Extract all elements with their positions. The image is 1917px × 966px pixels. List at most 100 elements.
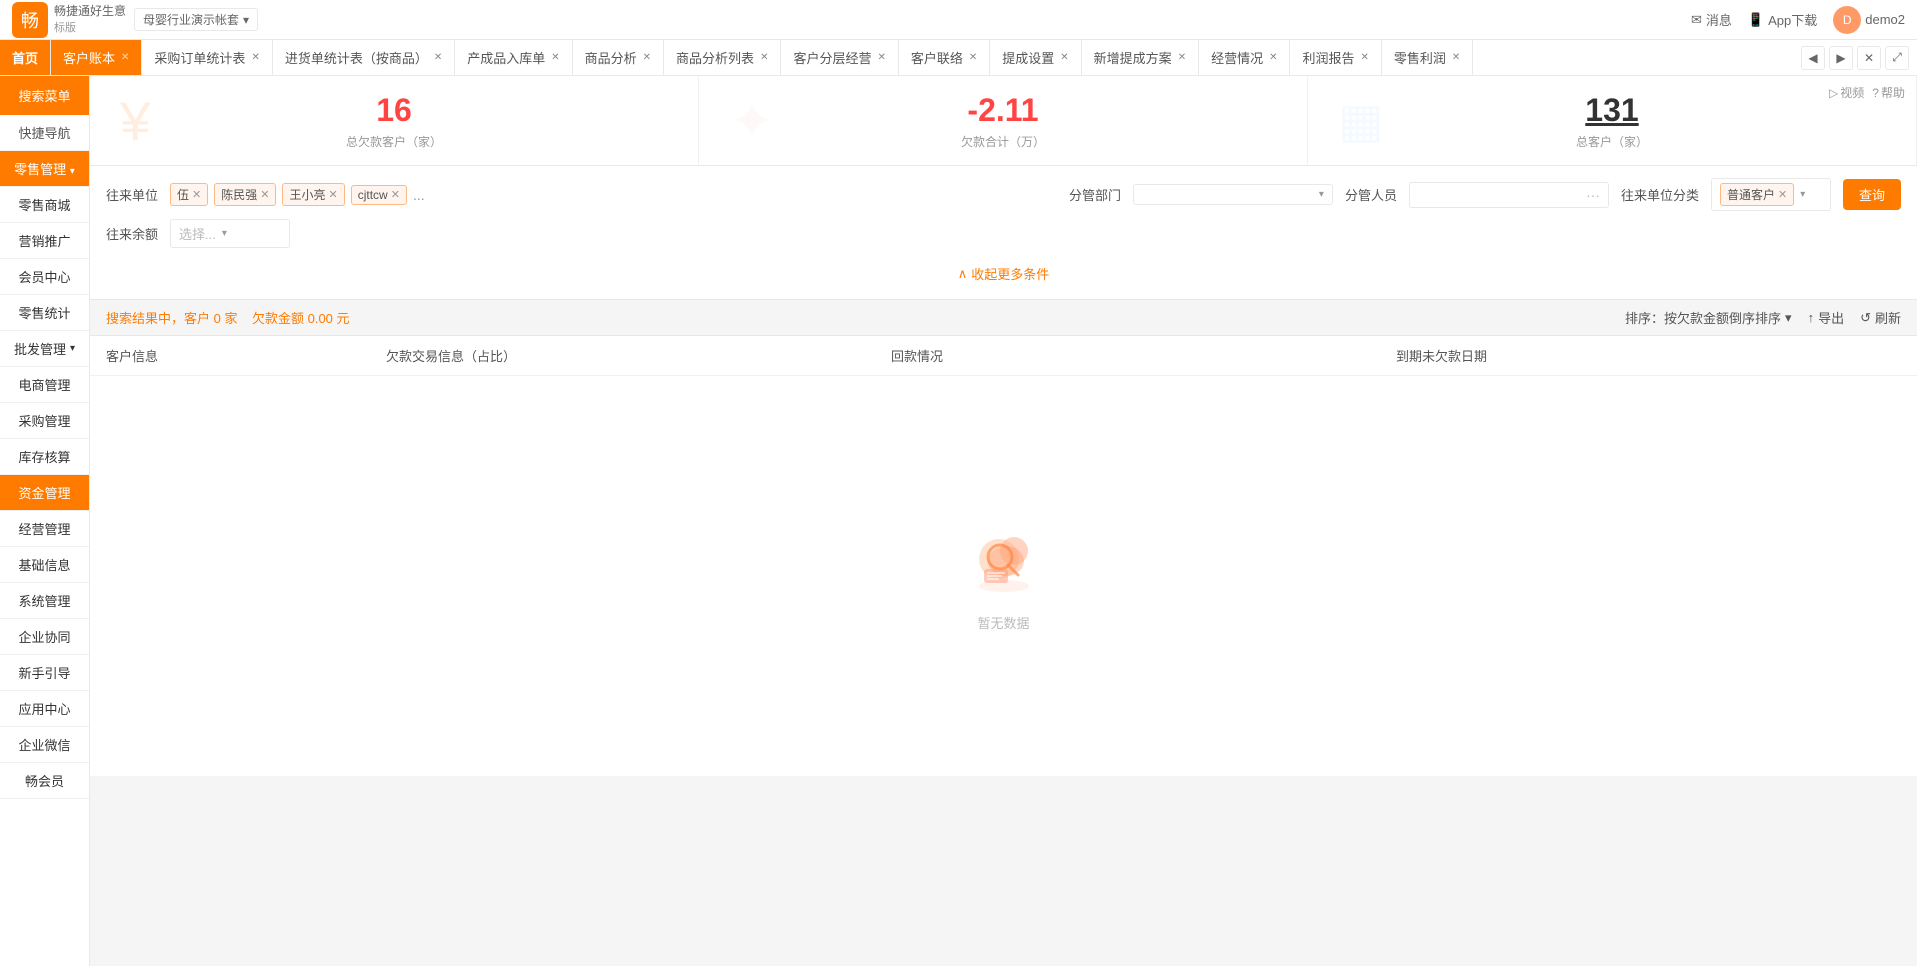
query-button[interactable]: 查询 [1843,179,1901,210]
close-tab-purchase-order[interactable]: ✕ [251,52,259,63]
nav-prev-btn[interactable]: ◀ [1801,46,1825,70]
sidebar-item-wholesale-mgmt[interactable]: 批发管理 ▾ [0,331,89,367]
sort-button[interactable]: 排序：按欠款金额倒序排序 ▾ [1625,308,1792,327]
nav-controls: ◀ ▶ ✕ ⤢ [1793,46,1917,70]
filter-person-select[interactable]: ··· [1409,182,1609,208]
logo-name: 畅捷通好生意 [54,4,126,20]
sidebar-item-member-center[interactable]: 会员中心 [0,259,89,295]
export-button[interactable]: ↑ 导出 [1808,308,1845,327]
sidebar-item-enterprise-collab[interactable]: 企业协同 [0,619,89,655]
user-menu[interactable]: D demo2 [1833,6,1905,34]
close-tab-add-commission[interactable]: ✕ [1178,52,1186,63]
stat-label-customers: 总欠款客户（家） [346,133,442,150]
sidebar-item-retail-mgmt[interactable]: 零售管理 ▾ [0,151,89,187]
filter-label-dept: 分管部门 [1069,185,1121,204]
table-container: 客户信息 欠款交易信息（占比） 回款情况 到期未欠款日期 [90,336,1917,776]
close-tab-customer-contact[interactable]: ✕ [969,52,977,63]
classify-tag: 普通客户 ✕ [1720,183,1794,206]
collapse-button[interactable]: ∧ 收起更多条件 [946,260,1062,287]
remove-tag-chen[interactable]: ✕ [260,188,269,201]
stat-bg-icon-3: ▦ [1338,93,1383,149]
person-more-dots[interactable]: ··· [1586,187,1600,203]
tab-add-commission[interactable]: 新增提成方案 ✕ [1082,40,1199,76]
remove-tag-cjttcw[interactable]: ✕ [391,188,400,201]
app-download-button[interactable]: 📱 App下载 [1748,10,1817,29]
stat-label-debt: 欠款合计（万） [961,133,1045,150]
sidebar-item-marketing[interactable]: 营销推广 [0,223,89,259]
refresh-button[interactable]: ↺ 刷新 [1860,308,1901,327]
filter-tag-wu: 伍 ✕ [170,183,208,206]
remove-tag-wang[interactable]: ✕ [329,188,338,201]
close-tab-commission-settings[interactable]: ✕ [1060,52,1068,63]
logo-subtext: 标版 [54,19,126,35]
stat-value-debt: -2.11 [967,92,1038,129]
tab-profit-report[interactable]: 利润报告 ✕ [1290,40,1381,76]
tab-customer-ledger[interactable]: 客户账本 ✕ [51,40,142,76]
remove-classify-tag[interactable]: ✕ [1778,188,1787,201]
content-area: ¥ 16 总欠款客户（家） ✦ -2.11 欠款合计（万） ▦ 131 总客户（… [90,76,1917,966]
tab-inventory-stats[interactable]: 进货单统计表（按商品） ✕ [273,40,455,76]
filter-classify-select[interactable]: 普通客户 ✕ ▾ [1711,178,1831,211]
tab-retail-profit[interactable]: 零售利润 ✕ [1382,40,1473,76]
sidebar-quick-nav[interactable]: 快捷导航 [0,115,89,151]
close-tab-business-situation[interactable]: ✕ [1269,52,1277,63]
close-tab-product-analysis[interactable]: ✕ [643,52,651,63]
sidebar-item-retail-stats[interactable]: 零售统计 [0,295,89,331]
help-btn[interactable]: ? 帮助 [1872,84,1905,101]
tab-home[interactable]: 首页 [0,40,51,76]
stat-total-debt: ✦ -2.11 欠款合计（万） [699,76,1308,165]
close-tab-retail-profit[interactable]: ✕ [1452,52,1460,63]
nav-next-btn[interactable]: ▶ [1829,46,1853,70]
sidebar-item-retail-mall[interactable]: 零售商城 [0,187,89,223]
tab-customer-tier[interactable]: 客户分层经营 ✕ [781,40,898,76]
tab-purchase-order[interactable]: 采购订单统计表 ✕ [142,40,272,76]
sidebar-item-operations[interactable]: 经营管理 [0,511,89,547]
tab-product-analysis[interactable]: 商品分析 ✕ [573,40,664,76]
close-tab-produce-inbound[interactable]: ✕ [551,52,559,63]
stat-bg-icon-1: ¥ [120,89,151,153]
filter-balance-select[interactable]: 选择... ▾ [170,219,290,248]
filter-tag-wang: 王小亮 ✕ [282,183,344,206]
sidebar-item-finance[interactable]: 资金管理 [0,475,89,511]
sidebar-item-new-guide[interactable]: 新手引导 [0,655,89,691]
nav-close-all-btn[interactable]: ✕ [1857,46,1881,70]
filter-area: 往来单位 伍 ✕ 陈民强 ✕ 王小亮 ✕ cjttcw [90,166,1917,300]
video-help-btn[interactable]: ▷ 视频 [1829,84,1864,101]
close-tab-product-analysis-list[interactable]: ✕ [760,52,768,63]
tab-produce-inbound[interactable]: 产成品入库单 ✕ [455,40,572,76]
sidebar-item-inventory[interactable]: 库存核算 [0,439,89,475]
search-summary-actions: 排序：按欠款金额倒序排序 ▾ ↑ 导出 ↺ 刷新 [1625,308,1901,327]
message-button[interactable]: ✉ 消息 [1691,10,1732,29]
filter-row-2: 往来余额 选择... ▾ [106,219,1901,248]
search-summary: 搜索结果中，客户 0 家 欠款金额 0.00 元 排序：按欠款金额倒序排序 ▾ … [90,300,1917,336]
close-tab-customer-tier[interactable]: ✕ [877,52,885,63]
main-layout: 搜索菜单 快捷导航 零售管理 ▾ 零售商城 营销推广 会员中心 零售统计 批发管… [0,76,1917,966]
sidebar-item-enterprise-wechat[interactable]: 企业微信 [0,727,89,763]
sidebar: 搜索菜单 快捷导航 零售管理 ▾ 零售商城 营销推广 会员中心 零售统计 批发管… [0,76,90,966]
sidebar-item-basic-info[interactable]: 基础信息 [0,547,89,583]
filter-label-person: 分管人员 [1345,185,1397,204]
filter-more-tags[interactable]: ... [413,187,425,203]
sidebar-search[interactable]: 搜索菜单 [0,76,89,115]
tab-product-analysis-list[interactable]: 商品分析列表 ✕ [664,40,781,76]
close-tab-customer-ledger[interactable]: ✕ [121,52,129,63]
filter-tag-cjttcw: cjttcw ✕ [351,185,407,205]
remove-tag-wu[interactable]: ✕ [192,188,201,201]
tab-business-situation[interactable]: 经营情况 ✕ [1199,40,1290,76]
sidebar-item-app-center[interactable]: 应用中心 [0,691,89,727]
stat-value-all-customers: 131 [1585,92,1638,129]
header-left: 畅 畅捷通好生意 标版 母婴行业演示帐套 ▾ [12,2,258,38]
sidebar-item-ecommerce[interactable]: 电商管理 [0,367,89,403]
tab-customer-contact[interactable]: 客户联络 ✕ [899,40,990,76]
filter-dept-select[interactable]: ▾ [1133,184,1333,205]
empty-text: 暂无数据 [977,613,1029,632]
tab-commission-settings[interactable]: 提成设置 ✕ [990,40,1081,76]
sidebar-item-system-mgmt[interactable]: 系统管理 [0,583,89,619]
workspace-dropdown[interactable]: 母婴行业演示帐套 ▾ [134,8,258,31]
nav-expand-btn[interactable]: ⤢ [1885,46,1909,70]
close-tab-profit-report[interactable]: ✕ [1361,52,1369,63]
sidebar-item-chang-member[interactable]: 畅会员 [0,763,89,799]
empty-state: 暂无数据 [964,461,1044,692]
close-tab-inventory-stats[interactable]: ✕ [434,52,442,63]
sidebar-item-purchase[interactable]: 采购管理 [0,403,89,439]
